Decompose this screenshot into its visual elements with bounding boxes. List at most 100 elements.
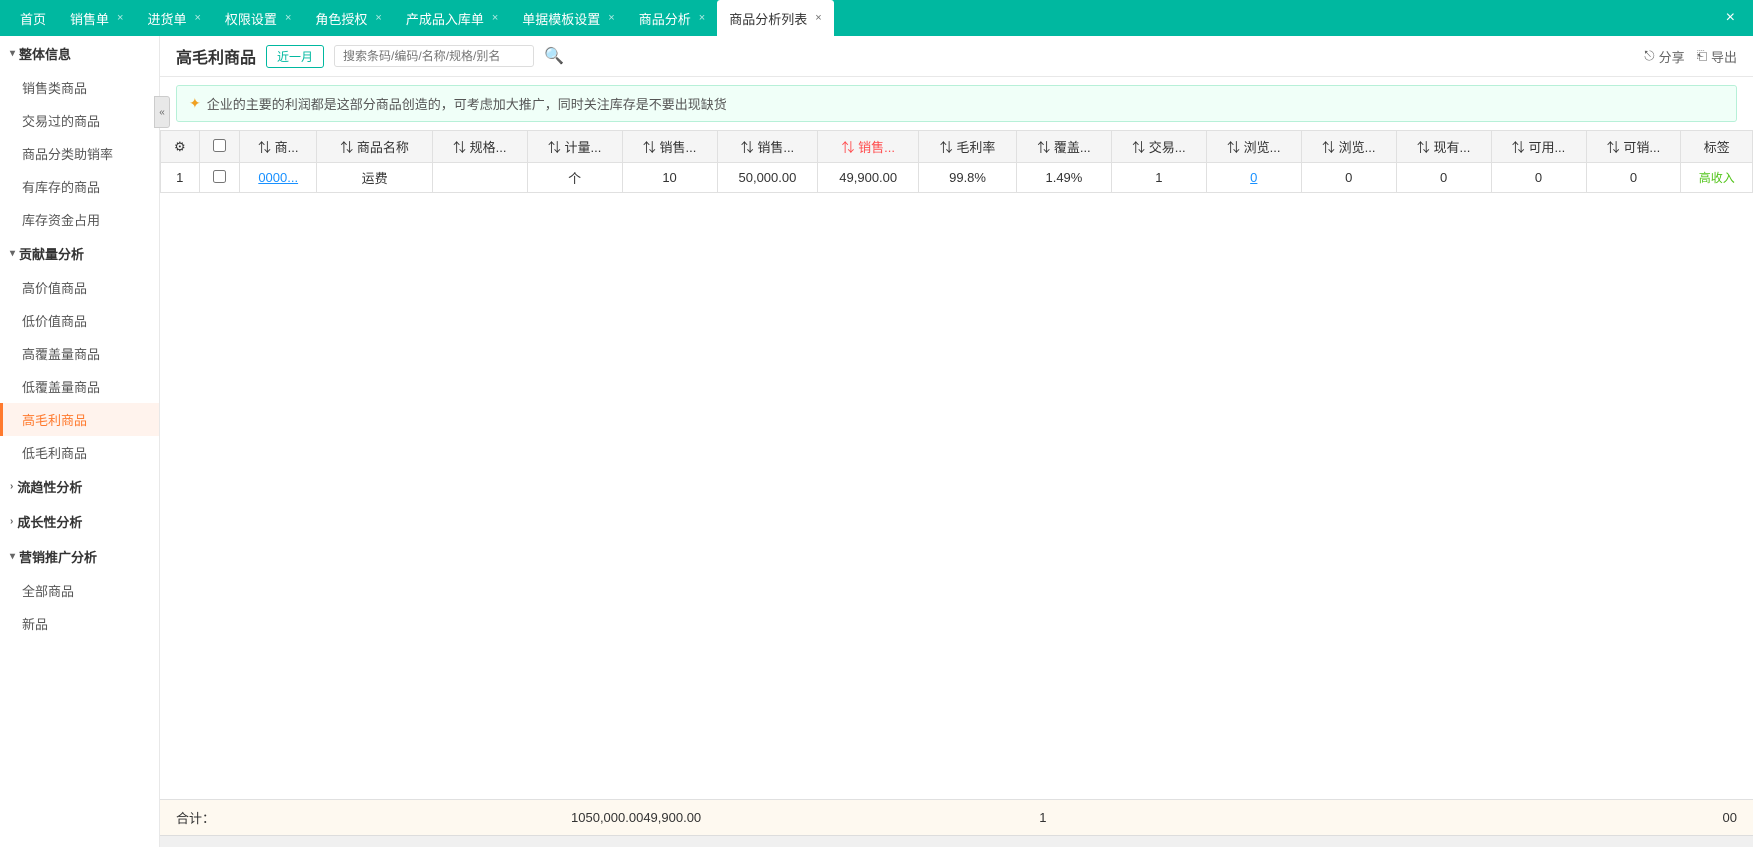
data-table: ⚙ ⇅ 商... ⇅ 商品名称 ⇅ 规格... (160, 130, 1753, 193)
window-close-button[interactable]: × (1716, 9, 1745, 27)
col-unit[interactable]: ⇅ 计量... (527, 131, 622, 163)
row-checkbox[interactable] (199, 163, 239, 193)
content-area: 高毛利商品 近一月 🔍 ⎋ 分享 ⎗ 导出 ✦ 企业 (160, 36, 1753, 847)
row-browse2: 0 (1301, 163, 1396, 193)
content-header: 高毛利商品 近一月 🔍 ⎋ 分享 ⎗ 导出 (160, 36, 1753, 77)
footer-sales-profit: 49,900.00 (643, 810, 701, 825)
search-button[interactable]: 🔍 (544, 46, 564, 66)
close-icon[interactable]: × (815, 12, 821, 24)
col-browse2[interactable]: ⇅ 浏览... (1301, 131, 1396, 163)
sidebar-item-all-goods[interactable]: 全部商品 (0, 574, 159, 607)
horizontal-scrollbar[interactable] (160, 835, 1753, 847)
export-button[interactable]: ⎗ 导出 (1697, 47, 1737, 66)
col-spec[interactable]: ⇅ 规格... (432, 131, 527, 163)
header-actions: ⎋ 分享 ⎗ 导出 (1644, 47, 1737, 66)
row-current: 0 (1396, 163, 1491, 193)
row-gross-rate: 99.8% (919, 163, 1017, 193)
sidebar-group-contribution[interactable]: ▾ 贡献量分析 (0, 236, 159, 271)
nav-purchase[interactable]: 进货单 × (135, 0, 212, 36)
row-sales-profit: 49,900.00 (818, 163, 919, 193)
nav-template[interactable]: 单据模板设置 × (510, 0, 626, 36)
sidebar-group-marketing[interactable]: ▾ 营销推广分析 (0, 539, 159, 574)
sidebar-item-new-goods[interactable]: 新品 (0, 607, 159, 640)
row-trade: 1 (1111, 163, 1206, 193)
sidebar-group-trend[interactable]: › 流趋性分析 (0, 469, 159, 504)
sidebar-item-high-value[interactable]: 高价值商品 (0, 271, 159, 304)
close-icon[interactable]: × (194, 12, 200, 24)
footer-spacer: 10 50,000.00 49,900.00 1 0 0 (231, 810, 1737, 825)
row-coverage: 1.49% (1016, 163, 1111, 193)
share-button[interactable]: ⎋ 分享 (1644, 47, 1684, 66)
sidebar-collapse-button[interactable]: « (154, 96, 170, 128)
col-saleable[interactable]: ⇅ 可销... (1586, 131, 1681, 163)
row-code[interactable]: 0000... (239, 163, 316, 193)
period-button[interactable]: 近一月 (266, 45, 324, 68)
sidebar-item-low-value[interactable]: 低价值商品 (0, 304, 159, 337)
row-unit: 个 (527, 163, 622, 193)
sidebar-item-category-rate[interactable]: 商品分类助销率 (0, 137, 159, 170)
nav-home[interactable]: 首页 (8, 0, 58, 36)
nav-roles[interactable]: 角色授权 × (303, 0, 393, 36)
close-icon[interactable]: × (699, 12, 705, 24)
chevron-down-icon: ▾ (10, 551, 15, 562)
sidebar-item-stock-capital[interactable]: 库存资金占用 (0, 203, 159, 236)
sidebar-item-high-margin[interactable]: 高毛利商品 (0, 403, 159, 436)
row-index: 1 (161, 163, 200, 193)
table-footer: 合计： 10 50,000.00 49,900.00 1 0 0 (160, 799, 1753, 835)
info-icon: ✦ (189, 95, 201, 112)
row-browse1[interactable]: 0 (1206, 163, 1301, 193)
close-icon[interactable]: × (608, 12, 614, 24)
data-table-wrapper: ⚙ ⇅ 商... ⇅ 商品名称 ⇅ 规格... (160, 130, 1753, 799)
col-available[interactable]: ⇅ 可用... (1491, 131, 1586, 163)
col-gross-rate[interactable]: ⇅ 毛利率 (919, 131, 1017, 163)
select-all-checkbox[interactable] (213, 139, 226, 152)
nav-product-analysis[interactable]: 商品分析 × (627, 0, 717, 36)
footer-available: 0 (1730, 810, 1737, 825)
search-input[interactable] (334, 45, 534, 67)
nav-product-analysis-list[interactable]: 商品分析列表 × (717, 0, 833, 36)
export-icon: ⎗ (1697, 48, 1707, 64)
col-coverage[interactable]: ⇅ 覆盖... (1016, 131, 1111, 163)
sidebar-item-high-coverage[interactable]: 高覆盖量商品 (0, 337, 159, 370)
top-nav: 首页 销售单 × 进货单 × 权限设置 × 角色授权 × 产成品入库单 × 单据… (0, 0, 1753, 36)
sidebar-item-low-coverage[interactable]: 低覆盖量商品 (0, 370, 159, 403)
row-select-checkbox[interactable] (213, 170, 226, 183)
chevron-right-icon: › (10, 516, 13, 527)
nav-permissions[interactable]: 权限设置 × (213, 0, 303, 36)
col-sales-amt[interactable]: ⇅ 销售... (717, 131, 818, 163)
col-name[interactable]: ⇅ 商品名称 (317, 131, 432, 163)
chevron-down-icon: ▾ (10, 48, 15, 59)
close-icon[interactable]: × (492, 12, 498, 24)
close-icon[interactable]: × (117, 12, 123, 24)
col-current[interactable]: ⇅ 现有... (1396, 131, 1491, 163)
col-trade[interactable]: ⇅ 交易... (1111, 131, 1206, 163)
footer-current: 0 (1723, 810, 1730, 825)
close-icon[interactable]: × (285, 12, 291, 24)
sidebar-group-overall[interactable]: ▾ 整体信息 (0, 36, 159, 71)
sidebar-item-traded-goods[interactable]: 交易过的商品 (0, 104, 159, 137)
col-tag[interactable]: 标签 (1681, 131, 1753, 163)
col-sales-profit[interactable]: ⇅ 销售... (818, 131, 919, 163)
sidebar-group-growth[interactable]: › 成长性分析 (0, 504, 159, 539)
col-code[interactable]: ⇅ 商... (239, 131, 316, 163)
sidebar-item-sales-goods[interactable]: 销售类商品 (0, 71, 159, 104)
nav-product-inbound[interactable]: 产成品入库单 × (394, 0, 510, 36)
sidebar-item-low-margin[interactable]: 低毛利商品 (0, 436, 159, 469)
page-title: 高毛利商品 (176, 44, 256, 68)
sidebar: ▾ 整体信息 销售类商品 交易过的商品 商品分类助销率 有库存的商品 库存资金占… (0, 36, 160, 847)
sidebar-item-in-stock[interactable]: 有库存的商品 (0, 170, 159, 203)
share-icon: ⎋ (1644, 48, 1654, 64)
col-settings[interactable]: ⚙ (161, 131, 200, 163)
footer-sales-qty: 10 (571, 810, 585, 825)
col-browse1[interactable]: ⇅ 浏览... (1206, 131, 1301, 163)
row-available: 0 (1491, 163, 1586, 193)
col-checkbox[interactable] (199, 131, 239, 163)
nav-sales[interactable]: 销售单 × (58, 0, 135, 36)
table-row: 1 0000... 运费 个 (161, 163, 1753, 193)
row-sales-amt: 50,000.00 (717, 163, 818, 193)
col-sales-qty[interactable]: ⇅ 销售... (622, 131, 717, 163)
footer-gap3 (1385, 810, 1723, 825)
close-icon[interactable]: × (375, 12, 381, 24)
row-saleable: 0 (1586, 163, 1681, 193)
chevron-down-icon: ▾ (10, 248, 15, 259)
